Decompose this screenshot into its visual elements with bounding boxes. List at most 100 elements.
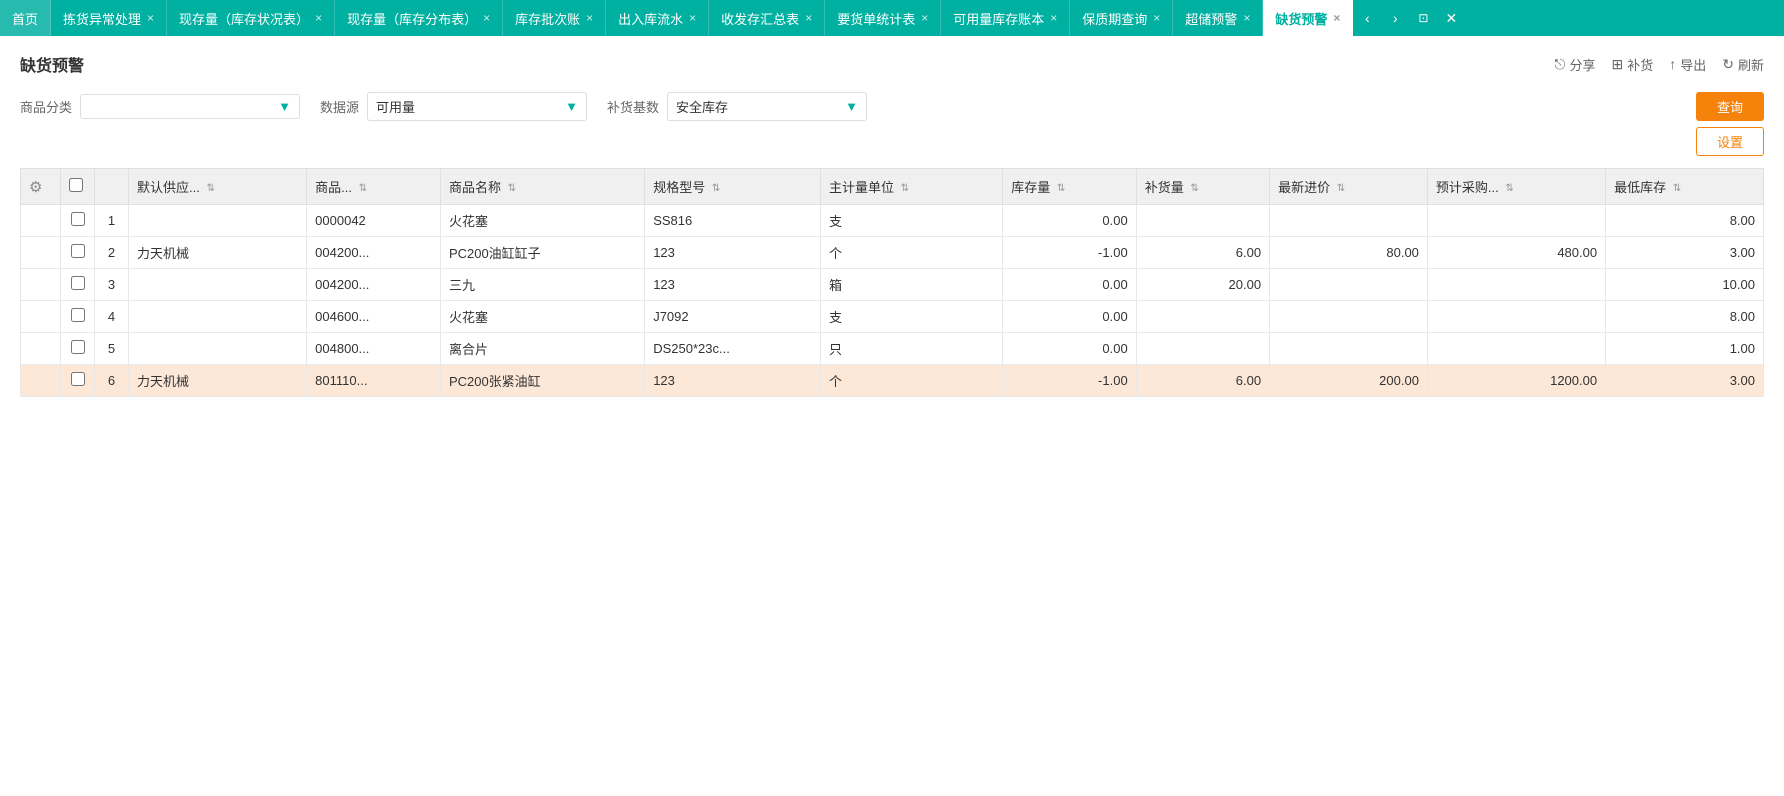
row-goods-code: 004200... [307, 237, 441, 269]
row-spec: 123 [645, 365, 821, 397]
tab-prev-btn[interactable]: ‹ [1353, 0, 1381, 36]
share-button[interactable]: ⎋ 分享 [1554, 55, 1595, 74]
gear-icon[interactable]: ⚙ [29, 179, 42, 196]
col-min-stock[interactable]: 最低库存 ⇅ [1606, 169, 1764, 205]
replenish-base-filter-group: 补货基数 安全库存 ▼ [607, 92, 867, 121]
col-latest-price[interactable]: 最新进价 ⇅ [1270, 169, 1428, 205]
row-stock: 0.00 [1003, 205, 1136, 237]
tab-inventory-status-close[interactable]: × [315, 11, 322, 25]
select-all-checkbox[interactable] [69, 178, 83, 192]
tab-expiry-query-close[interactable]: × [1153, 11, 1160, 25]
export-icon: ↑ [1669, 56, 1676, 72]
row-checkbox[interactable] [71, 276, 85, 290]
tab-inventory-dist-close[interactable]: × [483, 11, 490, 25]
tab-batch-account-close[interactable]: × [586, 11, 593, 25]
tab-inventory-status[interactable]: 现存量（库存状况表） × [167, 0, 335, 36]
row-checkbox[interactable] [71, 244, 85, 258]
row-replenish: 6.00 [1136, 237, 1269, 269]
tab-bar: 首页 拣货异常处理 × 现存量（库存状况表） × 现存量（库存分布表） × 库存… [0, 0, 1784, 36]
col-stock[interactable]: 库存量 ⇅ [1003, 169, 1136, 205]
row-checkbox-cell [61, 237, 95, 269]
row-stock: 0.00 [1003, 333, 1136, 365]
tab-order-stats[interactable]: 要货单统计表 × [825, 0, 941, 36]
export-button[interactable]: ↑ 导出 [1669, 55, 1706, 74]
tab-shortage-close[interactable]: × [1333, 11, 1340, 25]
tab-batch-account[interactable]: 库存批次账 × [503, 0, 606, 36]
row-replenish [1136, 301, 1269, 333]
page-header: 缺货预警 ⎋ 分享 ⊞ 补货 ↑ 导出 ↻ 刷新 [20, 52, 1764, 76]
row-min-stock: 8.00 [1606, 205, 1764, 237]
page-title: 缺货预警 [20, 52, 84, 76]
row-checkbox[interactable] [71, 340, 85, 354]
row-supplier [129, 205, 307, 237]
row-replenish [1136, 333, 1269, 365]
tab-exception[interactable]: 拣货异常处理 × [51, 0, 167, 36]
row-goods-code: 004800... [307, 333, 441, 365]
refresh-button[interactable]: ↻ 刷新 [1722, 55, 1764, 74]
col-supplier[interactable]: 默认供应... ⇅ [129, 169, 307, 205]
row-goods-code: 004200... [307, 269, 441, 301]
category-select[interactable]: ▼ [80, 94, 300, 119]
tab-inout-flow[interactable]: 出入库流水 × [606, 0, 709, 36]
settings-button[interactable]: 设置 [1696, 127, 1764, 156]
row-replenish: 20.00 [1136, 269, 1269, 301]
tab-available-ledger-close[interactable]: × [1050, 11, 1057, 25]
row-num: 4 [95, 301, 129, 333]
row-unit: 支 [821, 301, 1003, 333]
tab-receive-summary-close[interactable]: × [805, 11, 812, 25]
replenish-base-select[interactable]: 安全库存 ▼ [667, 92, 867, 121]
tab-order-stats-close[interactable]: × [921, 11, 928, 25]
table-row: 2 力天机械 004200... PC200油缸缸子 123 个 -1.00 6… [21, 237, 1764, 269]
tab-next-btn[interactable]: › [1381, 0, 1409, 36]
tab-expiry-query[interactable]: 保质期查询 × [1070, 0, 1173, 36]
col-replenish-sort-icon: ⇅ [1190, 183, 1198, 194]
table-header-row: ⚙ 默认供应... ⇅ 商品... ⇅ 商品名称 ⇅ [21, 169, 1764, 205]
row-gear-cell [21, 301, 61, 333]
row-spec: DS250*23c... [645, 333, 821, 365]
replenish-button[interactable]: ⊞ 补货 [1611, 55, 1653, 74]
row-spec: 123 [645, 237, 821, 269]
table-row: 3 004200... 三九 123 箱 0.00 20.00 10.00 [21, 269, 1764, 301]
row-checkbox[interactable] [71, 212, 85, 226]
tab-inventory-dist[interactable]: 现存量（库存分布表） × [335, 0, 503, 36]
row-checkbox[interactable] [71, 308, 85, 322]
tab-inout-flow-close[interactable]: × [689, 11, 696, 25]
row-goods-code: 0000042 [307, 205, 441, 237]
tab-shortage[interactable]: 缺货预警 × [1263, 0, 1353, 36]
col-replenish[interactable]: 补货量 ⇅ [1136, 169, 1269, 205]
query-button[interactable]: 查询 [1696, 92, 1764, 121]
tab-receive-summary[interactable]: 收发存汇总表 × [709, 0, 825, 36]
col-spec[interactable]: 规格型号 ⇅ [645, 169, 821, 205]
col-latest-price-label: 最新进价 [1278, 180, 1330, 195]
row-min-stock: 3.00 [1606, 237, 1764, 269]
replenish-icon: ⊞ [1611, 56, 1623, 73]
refresh-icon: ↻ [1722, 56, 1734, 73]
col-spec-label: 规格型号 [653, 180, 705, 195]
col-latest-price-sort-icon: ⇅ [1337, 183, 1345, 194]
tab-overstock-close[interactable]: × [1243, 11, 1250, 25]
row-checkbox-cell [61, 269, 95, 301]
col-goods-name-sort-icon: ⇅ [508, 183, 516, 194]
col-goods-code[interactable]: 商品... ⇅ [307, 169, 441, 205]
table-row: 6 力天机械 801110... PC200张紧油缸 123 个 -1.00 6… [21, 365, 1764, 397]
tab-available-ledger[interactable]: 可用量库存账本 × [941, 0, 1070, 36]
row-goods-name: PC200油缸缸子 [440, 237, 644, 269]
row-checkbox[interactable] [71, 372, 85, 386]
tab-restore-btn[interactable]: ⊡ [1409, 0, 1437, 36]
tab-close-all-btn[interactable]: ✕ [1437, 0, 1465, 36]
tab-home[interactable]: 首页 [0, 0, 51, 36]
datasource-select[interactable]: 可用量 ▼ [367, 92, 587, 121]
tab-overstock[interactable]: 超储预警 × [1173, 0, 1263, 36]
row-spec: 123 [645, 269, 821, 301]
row-estimated-purchase [1427, 205, 1605, 237]
row-min-stock: 8.00 [1606, 301, 1764, 333]
table-row: 5 004800... 离合片 DS250*23c... 只 0.00 1.00 [21, 333, 1764, 365]
col-estimated-purchase[interactable]: 预计采购... ⇅ [1427, 169, 1605, 205]
col-goods-name[interactable]: 商品名称 ⇅ [440, 169, 644, 205]
tab-exception-close[interactable]: × [147, 11, 154, 25]
row-replenish: 6.00 [1136, 365, 1269, 397]
col-unit[interactable]: 主计量单位 ⇅ [821, 169, 1003, 205]
col-min-stock-label: 最低库存 [1614, 180, 1666, 195]
row-min-stock: 10.00 [1606, 269, 1764, 301]
col-estimated-purchase-sort-icon: ⇅ [1505, 183, 1513, 194]
